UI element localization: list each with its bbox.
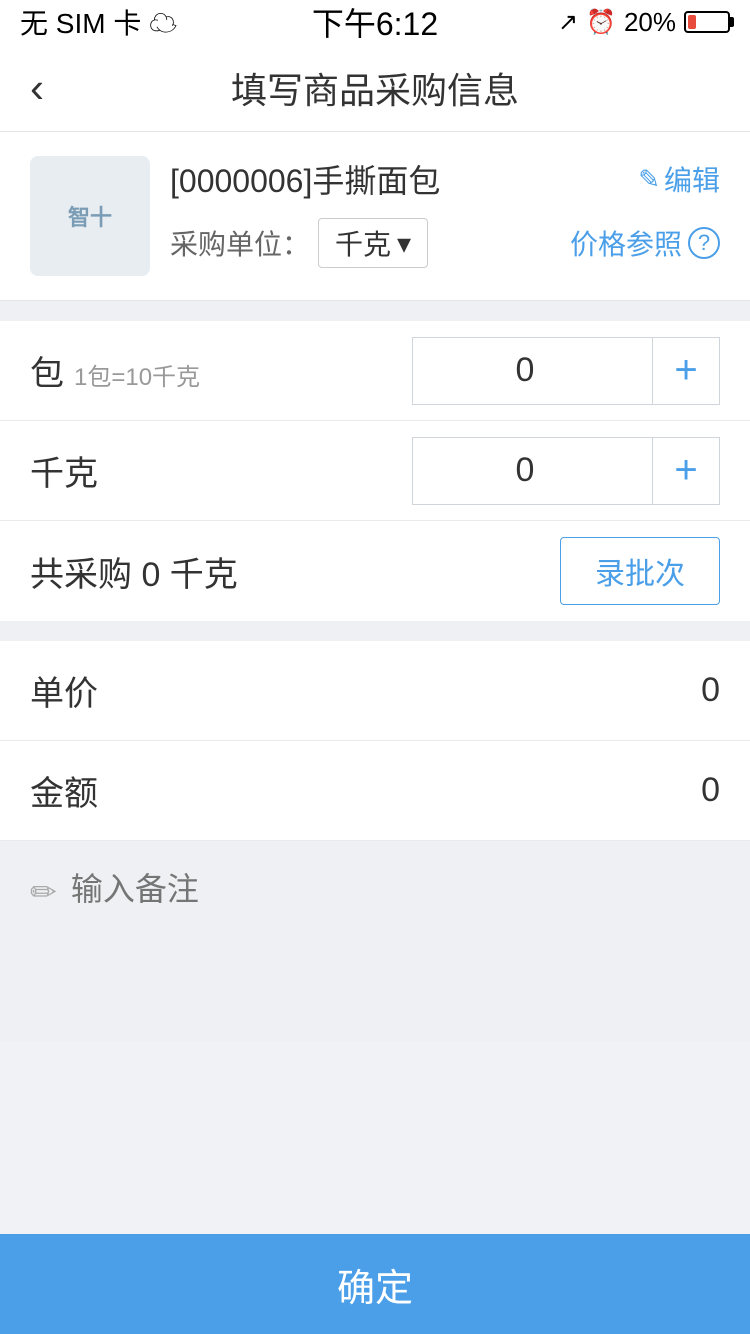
bag-sublabel: 1包=10千克: [74, 357, 200, 392]
product-name: [0000006]手撕面包: [170, 156, 440, 202]
amount-value: 0: [701, 771, 720, 810]
battery-icon: [684, 11, 730, 33]
product-info: [0000006]手撕面包 ✎ 编辑 采购单位： 千克 ▾ 价格参照 ?: [170, 156, 720, 268]
product-name-row: [0000006]手撕面包 ✎ 编辑: [170, 156, 720, 202]
bag-input-row: 包 1包=10千克 +: [0, 321, 750, 421]
page-title: 填写商品采购信息: [231, 62, 519, 114]
product-card: 智十 [0000006]手撕面包 ✎ 编辑 采购单位： 千克 ▾: [0, 132, 750, 301]
input-section: 包 1包=10千克 + 千克 + 共采购 0 千克 录批次: [0, 321, 750, 621]
alarm-icon: ⏰: [586, 8, 616, 37]
kg-plus-button[interactable]: +: [652, 437, 720, 505]
kg-input-row: 千克 +: [0, 421, 750, 521]
section-divider-1: [0, 301, 750, 321]
bag-quantity-input[interactable]: [412, 337, 652, 405]
dropdown-icon: ▾: [397, 227, 411, 260]
status-right: ↗ ⏰ 20%: [558, 7, 730, 38]
unit-price-row: 单价 0: [0, 641, 750, 741]
no-sim-text: 无 SIM 卡 ☁: [20, 2, 177, 42]
product-unit-row: 采购单位： 千克 ▾ 价格参照 ?: [170, 218, 720, 268]
edit-icon: ✎: [638, 164, 660, 195]
pencil-icon: ✏: [30, 873, 57, 911]
kg-quantity-input[interactable]: [412, 437, 652, 505]
status-left: 无 SIM 卡 ☁: [20, 2, 177, 42]
price-ref-icon: ?: [688, 227, 720, 259]
battery-percent: 20%: [624, 7, 676, 38]
back-button[interactable]: ‹: [30, 64, 44, 112]
kg-input-control: +: [412, 437, 720, 505]
unit-label: 采购单位：: [170, 223, 310, 263]
total-quantity-text: 共采购 0 千克: [30, 547, 238, 596]
amount-row: 金额 0: [0, 741, 750, 841]
kg-label: 千克: [30, 446, 98, 495]
product-image: 智十: [30, 156, 150, 276]
price-section: 单价 0 金额 0: [0, 641, 750, 841]
unit-price-label: 单价: [30, 666, 98, 715]
remark-section: ✏: [0, 841, 750, 1041]
price-ref-button[interactable]: 价格参照 ?: [570, 223, 720, 263]
amount-label: 金额: [30, 766, 98, 815]
unit-value: 千克: [335, 223, 391, 263]
record-batch-button[interactable]: 录批次: [560, 537, 720, 605]
price-ref-label: 价格参照: [570, 223, 682, 263]
unit-select[interactable]: 千克 ▾: [318, 218, 428, 268]
edit-button[interactable]: ✎ 编辑: [638, 159, 720, 199]
section-divider-2: [0, 621, 750, 641]
bag-plus-button[interactable]: +: [652, 337, 720, 405]
edit-label: 编辑: [664, 159, 720, 199]
confirm-bar[interactable]: 确定: [0, 1234, 750, 1334]
confirm-button[interactable]: 确定: [337, 1257, 413, 1312]
nav-bar: ‹ 填写商品采购信息: [0, 44, 750, 132]
location-icon: ↗: [558, 8, 578, 37]
unit-price-value: 0: [701, 671, 720, 710]
status-time: 下午6:12: [312, 0, 438, 45]
bag-input-control: +: [412, 337, 720, 405]
status-bar: 无 SIM 卡 ☁ 下午6:12 ↗ ⏰ 20%: [0, 0, 750, 44]
remark-input[interactable]: [71, 871, 720, 908]
bag-label: 包 1包=10千克: [30, 346, 200, 395]
summary-row: 共采购 0 千克 录批次: [0, 521, 750, 621]
